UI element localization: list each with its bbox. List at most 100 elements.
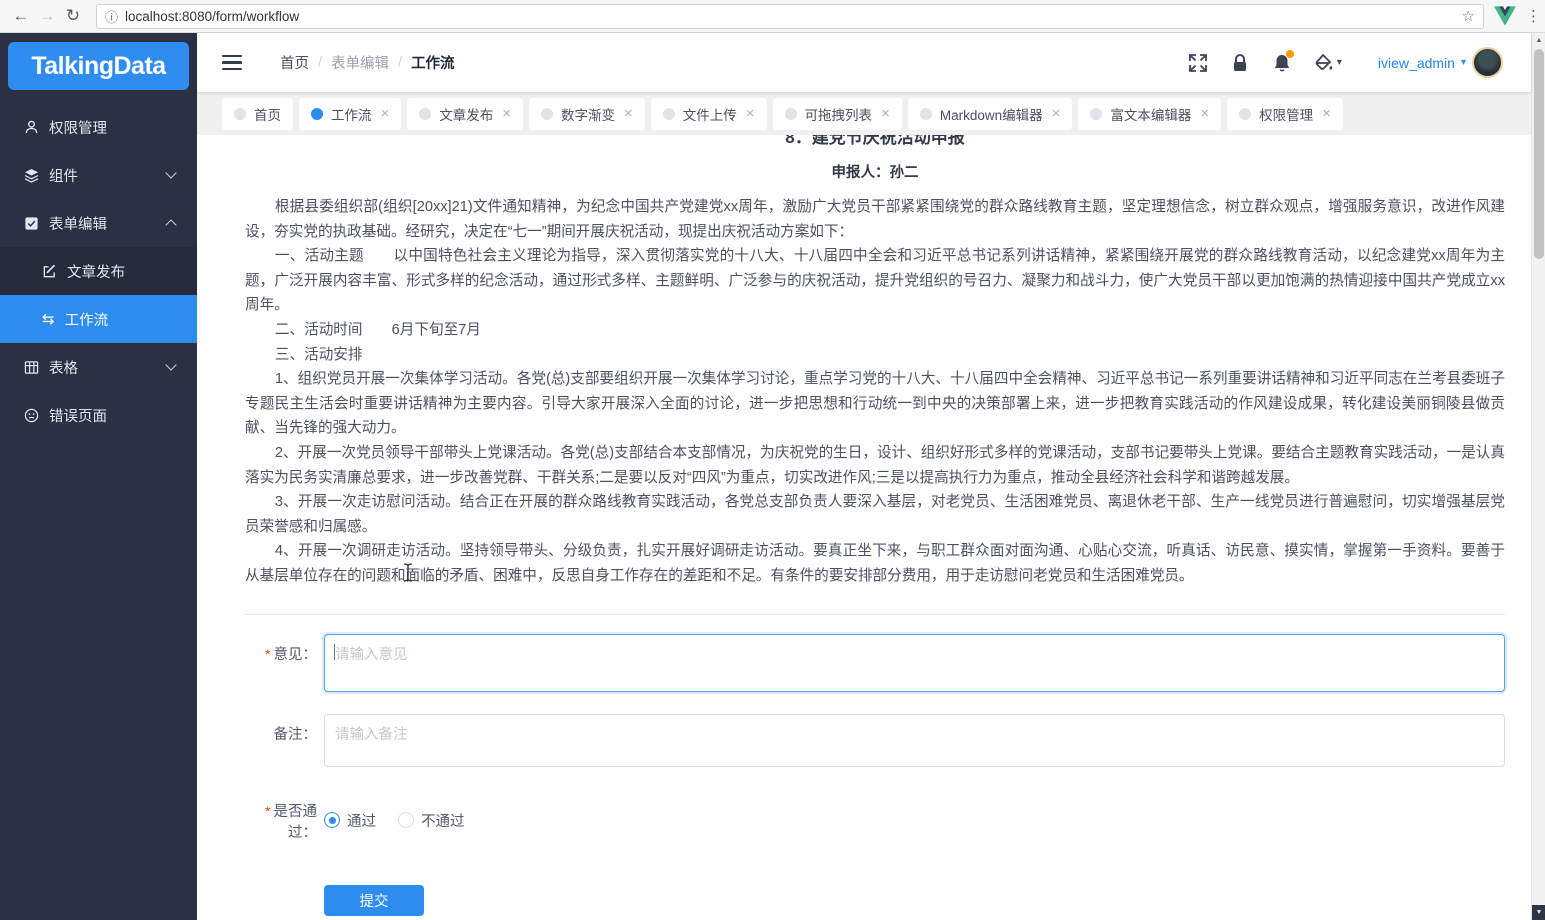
sidebar-item-label: 组件 — [49, 168, 78, 185]
browser-menu-icon[interactable]: ⋮ — [1526, 7, 1541, 25]
document-title-clipped: 8：建党节庆祝活动申报 — [245, 135, 1505, 147]
tab-richtext-editor[interactable]: 富文本编辑器 × — [1078, 97, 1222, 130]
tab-dot-icon — [784, 107, 797, 120]
submit-button[interactable]: 提交 — [324, 884, 424, 916]
vue-devtools-icon[interactable] — [1494, 6, 1516, 26]
remark-textarea[interactable] — [324, 713, 1505, 767]
close-icon[interactable]: × — [624, 106, 633, 121]
close-icon[interactable]: × — [1052, 106, 1061, 121]
person-icon — [25, 120, 38, 133]
pass-label: * 是否通过： — [265, 802, 317, 841]
collapse-menu-button[interactable] — [222, 51, 242, 75]
caret-down-icon: ▾ — [1460, 57, 1466, 68]
opinion-label: * 意见： — [265, 645, 317, 663]
url-text[interactable]: localhost:8080/form/workflow — [125, 9, 1462, 24]
chevron-down-icon — [165, 359, 177, 371]
tab-number-gradient[interactable]: 数字渐变 × — [529, 97, 645, 130]
breadcrumb-current: 工作流 — [411, 56, 455, 72]
browser-toolbar: ← → ↻ ⓘ localhost:8080/form/workflow ☆ ⋮ — [0, 0, 1545, 33]
breadcrumb-form-edit[interactable]: 表单编辑 — [331, 52, 389, 73]
tab-dot-icon — [1239, 107, 1252, 120]
radio-fail[interactable]: 不通过 — [398, 810, 465, 831]
sidebar-item-error-page[interactable]: 错误页面 — [0, 391, 197, 439]
breadcrumb: 首页 / 表单编辑 / 工作流 — [280, 52, 455, 73]
sidebar-item-label: 表格 — [49, 360, 78, 377]
tab-home[interactable]: 首页 — [222, 97, 293, 130]
sidebar-item-label: 表单编辑 — [49, 216, 107, 233]
tab-article-publish[interactable]: 文章发布 × — [407, 97, 524, 130]
user-menu[interactable]: iview_admin ▾ — [1378, 47, 1503, 78]
tab-label: 工作流 — [331, 107, 372, 123]
browser-back-button[interactable]: ← — [8, 6, 34, 26]
tab-label: 可拖拽列表 — [804, 107, 873, 123]
scroll-up-icon[interactable]: ▲ — [1532, 33, 1545, 48]
close-icon[interactable]: × — [381, 106, 390, 121]
swap-arrows-icon: ⇆ — [42, 310, 55, 328]
form-divider — [245, 613, 1505, 615]
paragraph: 二、活动时间 6月下旬至7月 — [274, 321, 481, 338]
paragraph: 三、活动安排 — [274, 346, 363, 363]
sidebar-item-workflow[interactable]: ⇆ 工作流 — [0, 295, 197, 343]
required-mark: * — [265, 802, 271, 819]
tab-draggable-list[interactable]: 可拖拽列表 × — [772, 97, 902, 130]
breadcrumb-home[interactable]: 首页 — [280, 52, 309, 73]
scroll-down-icon[interactable]: ▼ — [1532, 905, 1545, 920]
sidebar: TalkingData 权限管理 组件 表单编辑 文章发布 ⇆ 工作流 表格 错… — [0, 33, 197, 920]
sidebar-item-form-edit[interactable]: 表单编辑 — [0, 199, 197, 247]
scrollbar-thumb[interactable] — [1534, 49, 1544, 259]
main-content: 8：建党节庆祝活动申报 申报人：孙二 根据县委组织部(组织[20xx]21)文件… — [197, 135, 1531, 920]
tab-markdown-editor[interactable]: Markdown编辑器 × — [907, 97, 1073, 130]
paragraph: 1、组织党员开展一次集体学习活动。各党(总)支部要组织开展一次集体学习讨论，重点… — [245, 371, 1505, 437]
sidebar-item-label: 错误页面 — [49, 408, 107, 425]
sidebar-item-article-publish[interactable]: 文章发布 — [0, 247, 197, 295]
paragraph: 2、开展一次党员领导干部带头上党课活动。各党(总)支部结合本支部情况，为庆祝党的… — [245, 444, 1505, 486]
header-actions: ▾ iview_admin ▾ — [1188, 47, 1503, 78]
sidebar-item-table[interactable]: 表格 — [0, 343, 197, 391]
bookmark-star-icon[interactable]: ☆ — [1462, 7, 1475, 25]
opinion-textarea[interactable] — [324, 633, 1505, 692]
sidebar-menu: 权限管理 组件 表单编辑 文章发布 ⇆ 工作流 表格 错误页面 — [0, 103, 197, 439]
tab-label: Markdown编辑器 — [939, 107, 1043, 123]
site-info-icon[interactable]: ⓘ — [105, 7, 118, 26]
radio-pass[interactable]: 通过 — [324, 810, 376, 831]
notification-bell-icon[interactable] — [1272, 49, 1294, 73]
tab-permission[interactable]: 权限管理 × — [1227, 97, 1343, 130]
paragraph: 4、开展一次调研走访活动。坚持领导带头、分级负责，扎实开展好调研走访活动。要真正… — [245, 543, 1505, 584]
app-logo[interactable]: TalkingData — [8, 42, 189, 90]
avatar[interactable] — [1472, 47, 1503, 78]
tab-dot-icon — [419, 107, 432, 120]
lock-icon[interactable] — [1230, 53, 1250, 73]
sidebar-item-components[interactable]: 组件 — [0, 151, 197, 199]
approval-form: *意见： 备注： *是否通过： 通过 不通过 提交 — [245, 633, 1505, 916]
close-icon[interactable]: × — [1322, 106, 1331, 121]
close-icon[interactable]: × — [746, 106, 755, 121]
sidebar-item-label: 文章发布 — [67, 264, 125, 281]
radio-label: 通过 — [347, 813, 376, 830]
username: iview_admin — [1377, 54, 1455, 71]
document-body: 根据县委组织部(组织[20xx]21)文件通知精神，为纪念中国共产党建党xx周年… — [245, 195, 1505, 589]
sidebar-item-permission[interactable]: 权限管理 — [0, 103, 197, 151]
radio-dot-icon — [324, 812, 340, 828]
browser-forward-button[interactable]: → — [34, 6, 60, 26]
fullscreen-icon[interactable] — [1188, 53, 1208, 73]
sidebar-item-label: 权限管理 — [49, 120, 107, 137]
tab-workflow[interactable]: 工作流 × — [299, 97, 402, 130]
checkbox-icon — [25, 216, 38, 230]
layers-icon — [24, 168, 39, 183]
close-icon[interactable]: × — [881, 106, 890, 121]
compose-icon — [43, 264, 56, 277]
tab-label: 数字渐变 — [561, 107, 616, 123]
theme-switcher[interactable]: ▾ — [1314, 53, 1342, 73]
opened-tabs-bar: 首页 工作流 × 文章发布 × 数字渐变 × 文件上传 × 可拖拽列表 × Markdow… — [197, 92, 1531, 135]
address-bar[interactable]: ⓘ localhost:8080/form/workflow ☆ — [96, 3, 1484, 29]
page-scrollbar[interactable]: ▲ ▼ — [1531, 33, 1545, 920]
tab-label: 富文本编辑器 — [1110, 107, 1192, 123]
close-icon[interactable]: × — [502, 106, 511, 121]
sidebar-item-label: 工作流 — [64, 312, 109, 329]
table-icon — [24, 360, 39, 374]
browser-refresh-button[interactable]: ↻ — [60, 6, 86, 26]
close-icon[interactable]: × — [1200, 106, 1209, 121]
text-caret — [334, 643, 335, 660]
app-header: 首页 / 表单编辑 / 工作流 ▾ iview_admin ▾ — [197, 33, 1531, 92]
tab-file-upload[interactable]: 文件上传 × — [650, 97, 767, 130]
